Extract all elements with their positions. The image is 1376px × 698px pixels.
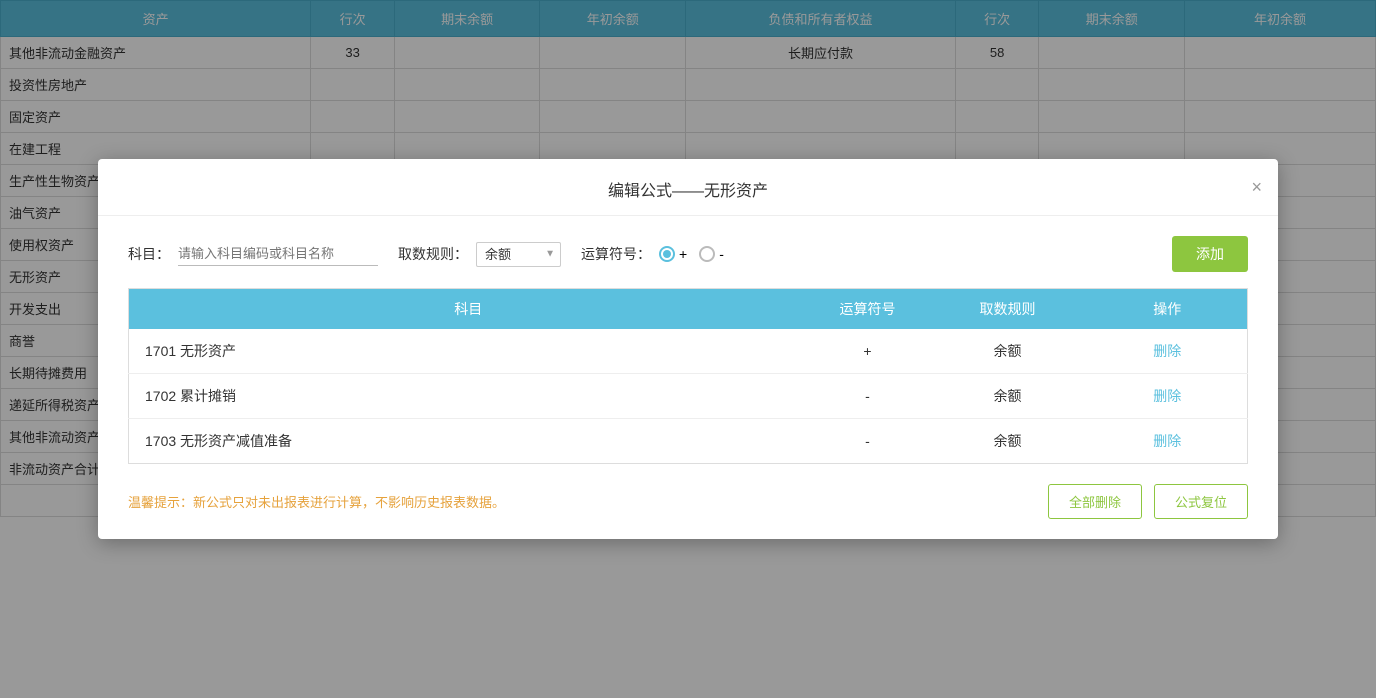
radio-group: + -	[659, 246, 724, 262]
col-rule: 取数规则	[928, 289, 1088, 330]
modal-title: 编辑公式——无形资产	[608, 183, 768, 200]
row2-delete-link[interactable]: 删除	[1153, 388, 1181, 404]
row1-operator: +	[808, 329, 928, 374]
rule-label: 取数规则：	[398, 244, 468, 264]
radio-plus[interactable]: +	[659, 246, 687, 262]
close-button[interactable]: ×	[1251, 178, 1262, 196]
row2-rule: 余额	[928, 374, 1088, 419]
modal-overlay: 编辑公式——无形资产 × 科目： 取数规则： 余额 借方 贷方 借方累计 贷方累…	[0, 0, 1376, 698]
table-row: 1701 无形资产 + 余额 删除	[129, 329, 1248, 374]
radio-minus[interactable]: -	[699, 246, 724, 262]
modal-header: 编辑公式——无形资产 ×	[98, 159, 1278, 216]
radio-minus-circle	[699, 246, 715, 262]
formula-table: 科目 运算符号 取数规则 操作 1701 无形资产 + 余额 删除	[128, 288, 1248, 464]
radio-plus-circle	[659, 246, 675, 262]
modal-dialog: 编辑公式——无形资产 × 科目： 取数规则： 余额 借方 贷方 借方累计 贷方累…	[98, 159, 1278, 539]
delete-all-button[interactable]: 全部删除	[1048, 484, 1142, 519]
row3-subject: 1703 无形资产减值准备	[129, 419, 808, 464]
table-row: 1703 无形资产减值准备 - 余额 删除	[129, 419, 1248, 464]
footer-buttons: 全部删除 公式复位	[1048, 484, 1248, 519]
row1-action: 删除	[1088, 329, 1248, 374]
footer-tip: 温馨提示：新公式只对未出报表进行计算，不影响历史报表数据。	[128, 492, 505, 511]
add-button[interactable]: 添加	[1172, 236, 1248, 272]
reset-formula-button[interactable]: 公式复位	[1154, 484, 1248, 519]
col-subject: 科目	[129, 289, 808, 330]
subject-input[interactable]	[178, 242, 378, 266]
row3-action: 删除	[1088, 419, 1248, 464]
rule-select-wrapper: 余额 借方 贷方 借方累计 贷方累计 ▼	[476, 242, 561, 267]
table-row: 1702 累计摊销 - 余额 删除	[129, 374, 1248, 419]
row2-subject: 1702 累计摊销	[129, 374, 808, 419]
row3-rule: 余额	[928, 419, 1088, 464]
radio-minus-label: -	[719, 246, 724, 262]
radio-plus-label: +	[679, 246, 687, 262]
row1-delete-link[interactable]: 删除	[1153, 343, 1181, 359]
row2-operator: -	[808, 374, 928, 419]
row3-operator: -	[808, 419, 928, 464]
row1-subject: 1701 无形资产	[129, 329, 808, 374]
row2-action: 删除	[1088, 374, 1248, 419]
row3-delete-link[interactable]: 删除	[1153, 433, 1181, 449]
col-operator: 运算符号	[808, 289, 928, 330]
modal-form: 科目： 取数规则： 余额 借方 贷方 借方累计 贷方累计 ▼ 运算符号	[98, 216, 1278, 288]
subject-group: 科目：	[128, 242, 378, 266]
subject-label: 科目：	[128, 244, 170, 264]
col-action: 操作	[1088, 289, 1248, 330]
operator-group: 运算符号： + -	[581, 244, 724, 264]
rule-group: 取数规则： 余额 借方 贷方 借方累计 贷方累计 ▼	[398, 242, 561, 267]
modal-footer: 温馨提示：新公式只对未出报表进行计算，不影响历史报表数据。 全部删除 公式复位	[98, 464, 1278, 539]
row1-rule: 余额	[928, 329, 1088, 374]
data-table-wrapper: 科目 运算符号 取数规则 操作 1701 无形资产 + 余额 删除	[98, 288, 1278, 464]
rule-select[interactable]: 余额 借方 贷方 借方累计 贷方累计	[476, 242, 561, 267]
operator-label: 运算符号：	[581, 244, 651, 264]
